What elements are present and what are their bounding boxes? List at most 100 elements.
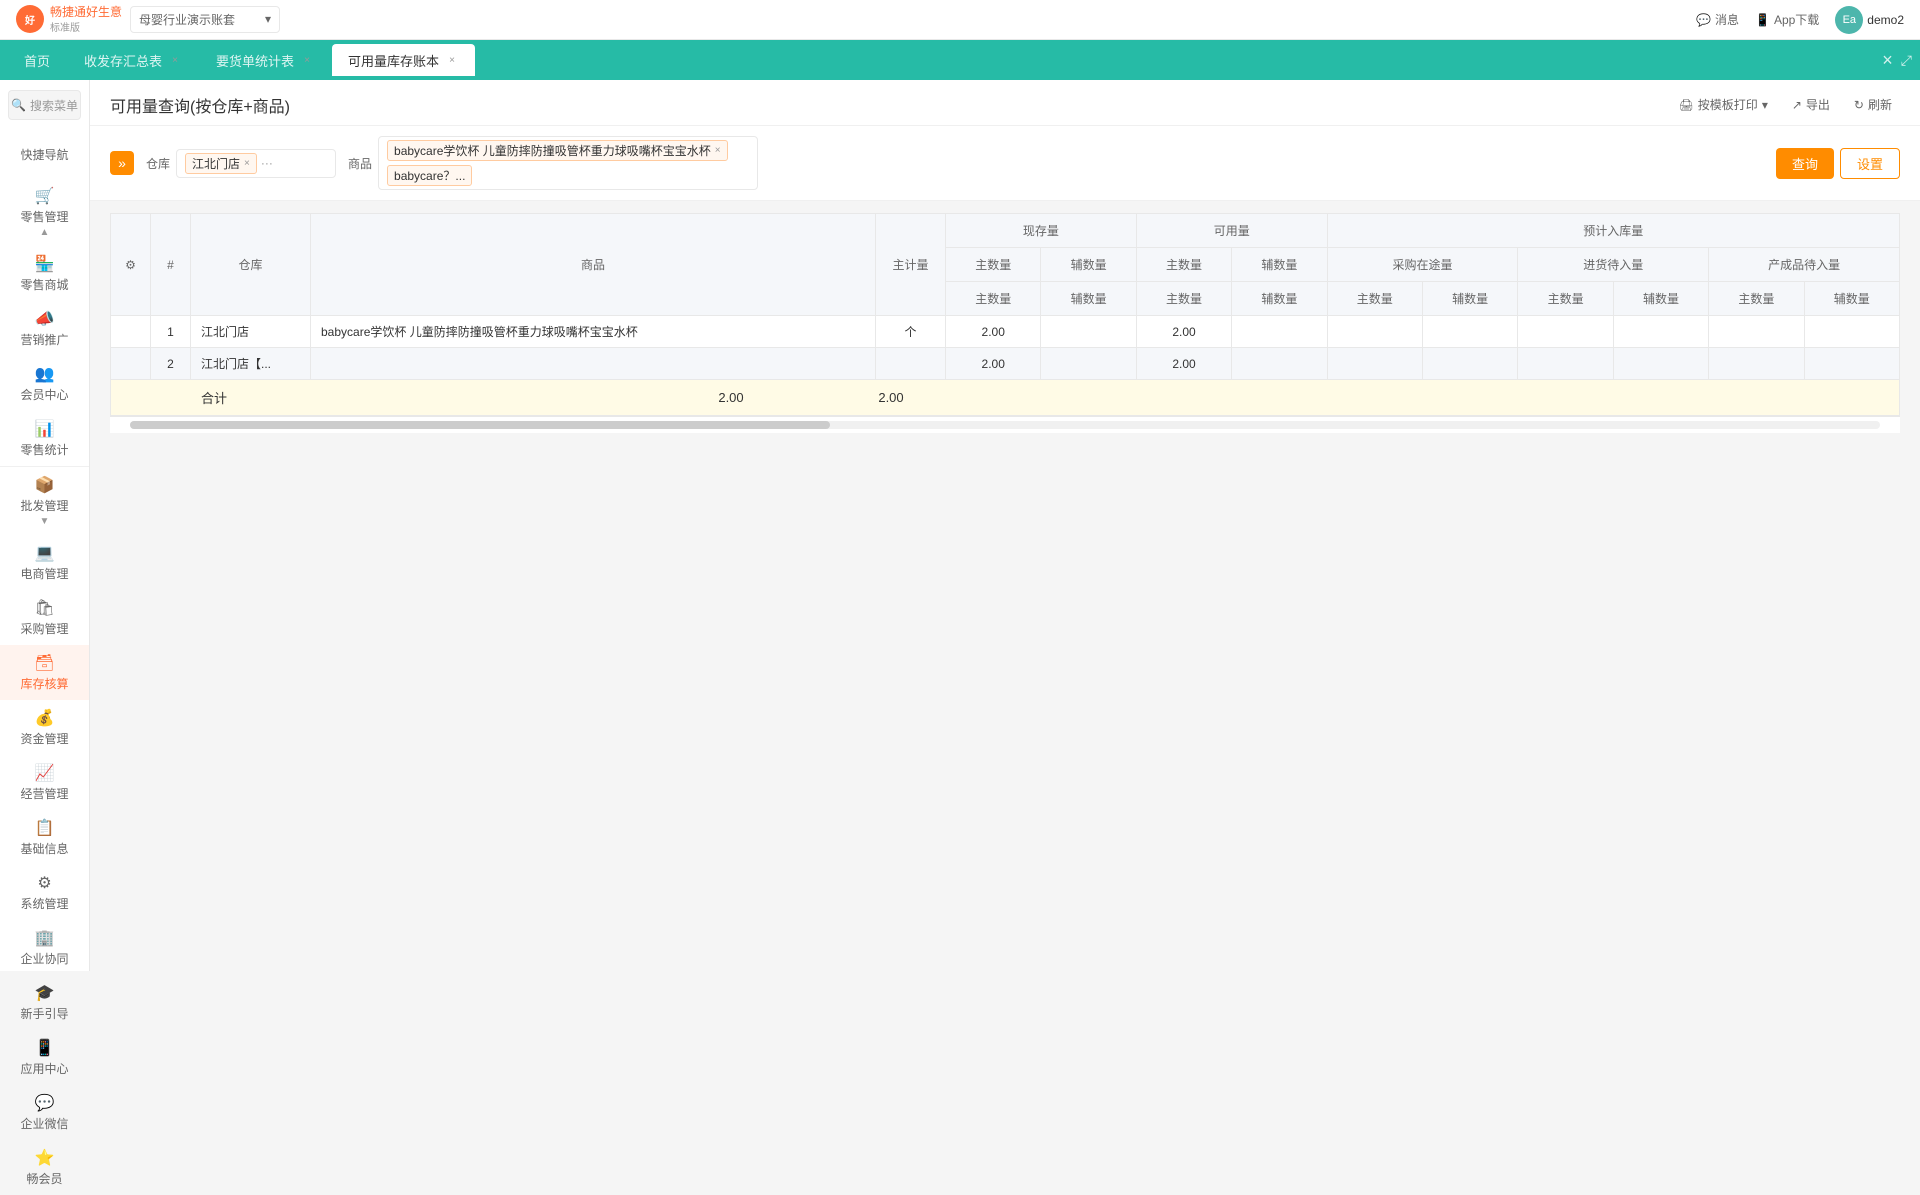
- data-table: ⚙ # 仓库 商品 主计量 现存量 可用量 预计入库量 主数量 辅数量 主数量: [110, 213, 1900, 380]
- settings-icon: ⚙: [125, 258, 136, 272]
- table-area: ⚙ # 仓库 商品 主计量 现存量 可用量 预计入库量 主数量 辅数量 主数量: [90, 201, 1920, 971]
- refresh-icon: ↻: [1854, 98, 1864, 112]
- operation-label: 经营管理: [20, 785, 68, 802]
- sidebar-item-retail-stats[interactable]: 📊 零售统计: [0, 411, 89, 466]
- industry-selector[interactable]: 母婴行业演示账套 ▾: [130, 6, 280, 33]
- newbie-icon: 🎓: [35, 983, 55, 1003]
- th-index: #: [151, 214, 191, 316]
- app-download-label: App下载: [1774, 11, 1819, 28]
- quick-nav-btn[interactable]: 快捷导航: [0, 130, 89, 178]
- row2-avail-main: 2.00: [1136, 348, 1231, 380]
- row2-warehouse: 江北门店【...: [191, 348, 311, 380]
- th-production-main: 主数量: [1709, 282, 1804, 316]
- top-bar-right: 💬 消息 📱 App下载 Ea demo2: [1696, 6, 1904, 34]
- chevron-down-icon: ▼: [40, 516, 50, 527]
- tab-order-close[interactable]: ×: [300, 53, 314, 67]
- purchase-icon: 🛍: [34, 598, 54, 618]
- search-button[interactable]: 🔍 搜索菜单: [8, 90, 81, 120]
- sidebar-item-system[interactable]: ⚙ 系统管理: [0, 865, 89, 920]
- print-chevron: ▾: [1762, 98, 1768, 112]
- filter-expand-button[interactable]: »: [110, 151, 134, 175]
- logo-icon: 好: [16, 5, 44, 33]
- th-arrival-aux: 辅数量: [1613, 282, 1708, 316]
- system-icon: ⚙: [37, 873, 51, 893]
- product-tag-2: babycare？...: [387, 165, 472, 186]
- th-avail-group: 可用量: [1136, 214, 1327, 248]
- export-icon: ↗: [1792, 98, 1802, 112]
- warehouse-tag-close[interactable]: ×: [244, 158, 250, 169]
- th-purchase-sub: 采购在途量: [1327, 248, 1518, 282]
- th-production-aux: 辅数量: [1804, 282, 1899, 316]
- export-button[interactable]: ↗ 导出: [1784, 92, 1838, 117]
- nav-maximize[interactable]: ⤢: [1901, 52, 1912, 69]
- sidebar-item-basic-info[interactable]: 📋 基础信息: [0, 810, 89, 865]
- sidebar-item-vip[interactable]: ⭐ 畅会员: [0, 1140, 89, 1195]
- warehouse-more[interactable]: ···: [261, 156, 273, 170]
- retail-mall-icon: 🏪: [35, 254, 55, 274]
- row2-production-main: [1709, 348, 1804, 380]
- sidebar-item-enterprise-wechat[interactable]: 💬 企业微信: [0, 1085, 89, 1140]
- user-profile[interactable]: Ea demo2: [1835, 6, 1904, 34]
- message-button[interactable]: 💬 消息: [1696, 11, 1739, 28]
- product-tag-1: babycare学饮杯 儿童防摔防撞吸管杯重力球吸嘴杯宝宝水杯 ×: [387, 140, 728, 161]
- sidebar-item-finance[interactable]: 💰 资金管理: [0, 700, 89, 755]
- sidebar-item-operation[interactable]: 📈 经营管理: [0, 755, 89, 810]
- tab-home[interactable]: 首页: [8, 44, 66, 76]
- print-button[interactable]: 🖨 按模板打印 ▾: [1671, 92, 1776, 117]
- tab-income-close[interactable]: ×: [168, 53, 182, 67]
- sidebar-item-wholesale[interactable]: 📦 批发管理 ▼: [0, 466, 89, 535]
- sidebar-item-retail-mall[interactable]: 🏪 零售商城: [0, 246, 89, 301]
- sidebar-item-marketing[interactable]: 📣 营销推广: [0, 301, 89, 356]
- message-label: 消息: [1715, 11, 1739, 28]
- row2-production-aux: [1804, 348, 1899, 380]
- refresh-button[interactable]: ↻ 刷新: [1846, 92, 1900, 117]
- row2-arrival-main: [1518, 348, 1613, 380]
- tab-income[interactable]: 收发存汇总表 ×: [68, 44, 198, 76]
- sidebar-item-member[interactable]: 👥 会员中心: [0, 356, 89, 411]
- row2-index: 2: [151, 348, 191, 380]
- tab-inventory-close[interactable]: ×: [445, 53, 459, 67]
- user-name: demo2: [1867, 13, 1904, 27]
- product-tag-1-close[interactable]: ×: [715, 145, 721, 156]
- th-main-unit: 主计量: [876, 214, 946, 316]
- finance-icon: 💰: [35, 708, 55, 728]
- retail-stats-icon: 📊: [35, 419, 55, 439]
- row2-unit: [876, 348, 946, 380]
- sidebar: 🔍 搜索菜单 快捷导航 🛒 零售管理 ▲ 🏪 零售商城 📣 营销推广 👥 会员中…: [0, 80, 90, 971]
- tab-order[interactable]: 要货单统计表 ×: [200, 44, 330, 76]
- enterprise-wechat-label: 企业微信: [20, 1115, 68, 1132]
- newbie-label: 新手引导: [20, 1005, 68, 1022]
- sidebar-item-inventory[interactable]: 🗃 库存核算: [0, 645, 89, 700]
- top-bar: 好 畅捷通好生意 标准版 母婴行业演示账套 ▾ 💬 消息 📱 App下载 Ea …: [0, 0, 1920, 40]
- query-button[interactable]: 查询: [1776, 148, 1834, 179]
- nav-close-all[interactable]: ×: [1882, 50, 1893, 71]
- settings-button[interactable]: 设置: [1840, 148, 1900, 179]
- sidebar-item-ecommerce[interactable]: 💻 电商管理: [0, 535, 89, 590]
- sidebar-item-newbie[interactable]: 🎓 新手引导: [0, 975, 89, 1030]
- th-settings: ⚙: [111, 214, 151, 316]
- app-icon: 📱: [1755, 13, 1770, 27]
- app-download-button[interactable]: 📱 App下载: [1755, 11, 1819, 28]
- product-input[interactable]: babycare学饮杯 儿童防摔防撞吸管杯重力球吸嘴杯宝宝水杯 × babyca…: [378, 136, 758, 190]
- sidebar-item-app-center[interactable]: 📱 应用中心: [0, 1030, 89, 1085]
- horizontal-scrollbar[interactable]: [130, 421, 1880, 429]
- product-tag-1-text: babycare学饮杯 儿童防摔防撞吸管杯重力球吸嘴杯宝宝水杯: [394, 142, 711, 159]
- th-stock-main-2: 主数量: [946, 282, 1041, 316]
- message-icon: 💬: [1696, 13, 1711, 27]
- scrollbar-thumb[interactable]: [130, 421, 830, 429]
- th-avail-aux-2: 辅数量: [1232, 282, 1327, 316]
- sidebar-item-enterprise[interactable]: 🏢 企业协同: [0, 920, 89, 975]
- th-warehouse: 仓库: [191, 214, 311, 316]
- tab-order-label: 要货单统计表: [216, 51, 294, 70]
- sidebar-item-purchase[interactable]: 🛍 采购管理: [0, 590, 89, 645]
- sidebar-item-retail-mgmt[interactable]: 🛒 零售管理 ▲: [0, 178, 89, 246]
- row1-purchase-aux: [1422, 316, 1517, 348]
- inventory-label: 库存核算: [20, 675, 68, 692]
- search-label: 搜索菜单: [30, 97, 78, 114]
- row1-purchase-main: [1327, 316, 1422, 348]
- row1-index: 1: [151, 316, 191, 348]
- footer-label: 合计: [201, 388, 321, 407]
- warehouse-input[interactable]: 江北门店 × ···: [176, 149, 336, 178]
- enterprise-label: 企业协同: [20, 950, 68, 967]
- tab-inventory[interactable]: 可用量库存账本 ×: [332, 44, 475, 76]
